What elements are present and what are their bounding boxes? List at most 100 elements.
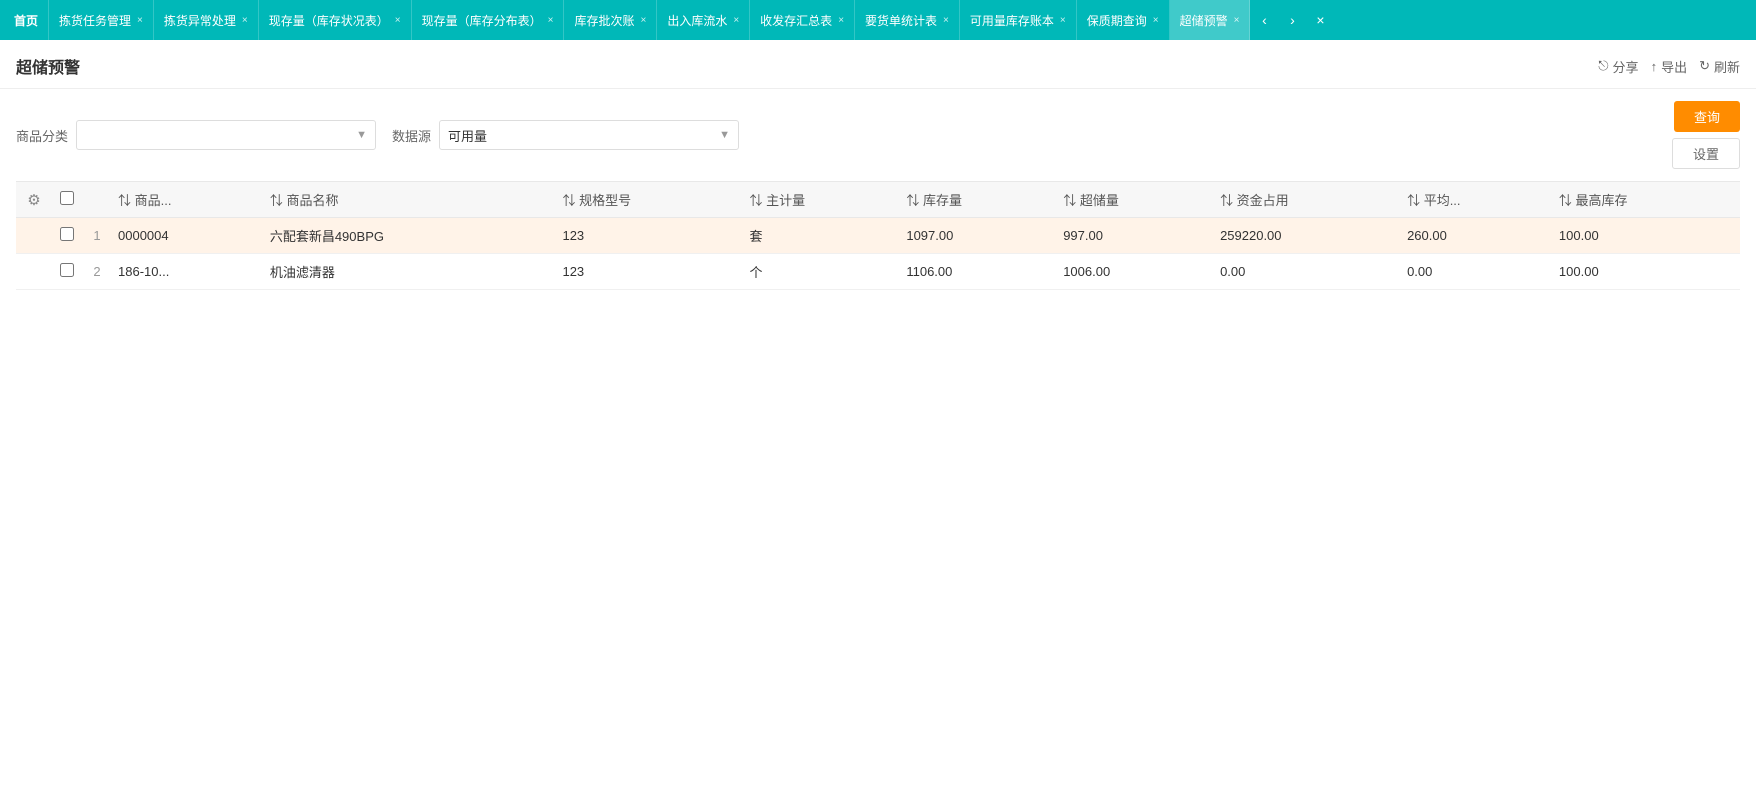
row-checkbox-cell — [52, 218, 82, 254]
row-avg: 0.00 — [1401, 254, 1553, 290]
query-button[interactable]: 查询 — [1674, 101, 1740, 132]
row-num-cell: 1 — [82, 218, 112, 254]
nav-available-label: 可用量库存账本 — [970, 12, 1054, 29]
page-title: 超储预警 — [16, 54, 80, 78]
row-avg: 260.00 — [1401, 218, 1553, 254]
table-body: 1 0000004 六配套新昌490BPG 123 套 1097.00 997.… — [16, 218, 1740, 290]
settings-gear-icon[interactable]: ⚙ — [27, 192, 40, 209]
nav-next-arrow[interactable]: › — [1278, 0, 1306, 40]
col-product-name-label: ⇅ 商品名称 — [270, 193, 339, 208]
row-spec: 123 — [556, 218, 743, 254]
export-button[interactable]: ↑ 导出 — [1651, 57, 1688, 76]
nav-tab-batch-close[interactable]: × — [640, 15, 646, 26]
nav-tab-quality[interactable]: 保质期查询 × — [1077, 0, 1170, 40]
nav-tab-inventory-status-close[interactable]: × — [395, 15, 401, 26]
nav-tab-inventory-dist[interactable]: 现存量（库存分布表） × — [412, 0, 565, 40]
col-spec[interactable]: ⇅ 规格型号 — [556, 182, 743, 218]
nav-prev-arrow[interactable]: ‹ — [1250, 0, 1278, 40]
nav-batch-label: 库存批次账 — [574, 12, 634, 29]
row-max-stock: 100.00 — [1553, 218, 1740, 254]
nav-tab-collect[interactable]: 收发存汇总表 × — [750, 0, 855, 40]
table-row: 1 0000004 六配套新昌490BPG 123 套 1097.00 997.… — [16, 218, 1740, 254]
col-product-code[interactable]: ⇅ 商品... — [112, 182, 264, 218]
nav-tab-batch[interactable]: 库存批次账 × — [564, 0, 657, 40]
nav-tab-order-stat-close[interactable]: × — [943, 15, 949, 26]
row-stock: 1106.00 — [900, 254, 1057, 290]
refresh-button[interactable]: ↻ 刷新 — [1699, 57, 1740, 76]
nav-tab-order-stat[interactable]: 要货单统计表 × — [855, 0, 960, 40]
row-product-name: 机油滤清器 — [264, 254, 557, 290]
table-header-row: ⚙ ⇅ 商品... ⇅ 商品名称 ⇅ 规格型号 — [16, 182, 1740, 218]
export-label: 导出 — [1661, 57, 1687, 76]
row-stock: 1097.00 — [900, 218, 1057, 254]
category-select[interactable]: ▼ — [76, 120, 376, 150]
page-content: 超储预警 ⎋ 分享 ↑ 导出 ↻ 刷新 商品分类 ▼ 数据源 — [0, 40, 1756, 800]
nav-tab-overstock-close[interactable]: × — [1234, 15, 1240, 26]
table-container: ⚙ ⇅ 商品... ⇅ 商品名称 ⇅ 规格型号 — [0, 181, 1756, 290]
nav-tab-available-close[interactable]: × — [1060, 15, 1066, 26]
table-row: 2 186-10... 机油滤清器 123 个 1106.00 1006.00 … — [16, 254, 1740, 290]
row-checkbox-0[interactable] — [60, 227, 74, 241]
col-gear: ⚙ — [16, 182, 52, 218]
share-icon: ⎋ — [1598, 58, 1608, 74]
settings-button[interactable]: 设置 — [1672, 138, 1740, 169]
page-header: 超储预警 ⎋ 分享 ↑ 导出 ↻ 刷新 — [0, 40, 1756, 89]
top-navigation: 首页 拣货任务管理 × 拣货异常处理 × 现存量（库存状况表） × 现存量（库存… — [0, 0, 1756, 40]
nav-task-label: 拣货任务管理 — [59, 12, 131, 29]
col-unit[interactable]: ⇅ 主计量 — [743, 182, 900, 218]
filter-bar: 商品分类 ▼ 数据源 可用量 ▼ 查询 设置 — [0, 89, 1756, 181]
nav-tab-collect-close[interactable]: × — [838, 15, 844, 26]
nav-tab-abnormal[interactable]: 拣货异常处理 × — [154, 0, 259, 40]
nav-tab-overstock[interactable]: 超储预警 × — [1170, 0, 1251, 40]
col-capital[interactable]: ⇅ 资金占用 — [1214, 182, 1401, 218]
nav-tab-task[interactable]: 拣货任务管理 × — [49, 0, 154, 40]
col-overstock-label: ⇅ 超储量 — [1063, 193, 1119, 208]
nav-tab-task-close[interactable]: × — [137, 15, 143, 26]
nav-tab-abnormal-close[interactable]: × — [242, 15, 248, 26]
filter-actions: 查询 设置 — [1672, 101, 1740, 169]
row-capital: 0.00 — [1214, 254, 1401, 290]
row-product-code: 0000004 — [112, 218, 264, 254]
col-product-code-label: ⇅ 商品... — [118, 193, 171, 208]
col-max-stock-label: ⇅ 最高库存 — [1559, 193, 1628, 208]
row-num-cell: 2 — [82, 254, 112, 290]
nav-tab-inout-close[interactable]: × — [733, 15, 739, 26]
datasource-filter: 数据源 可用量 ▼ — [392, 120, 739, 150]
nav-tab-home[interactable]: 首页 — [4, 0, 49, 40]
nav-collect-label: 收发存汇总表 — [760, 12, 832, 29]
category-label: 商品分类 — [16, 126, 68, 145]
nav-tab-inventory-status[interactable]: 现存量（库存状况表） × — [259, 0, 412, 40]
nav-inventory-status-label: 现存量（库存状况表） — [269, 12, 389, 29]
share-button[interactable]: ⎋ 分享 — [1598, 57, 1638, 76]
col-max-stock[interactable]: ⇅ 最高库存 — [1553, 182, 1740, 218]
nav-inout-label: 出入库流水 — [667, 12, 727, 29]
nav-inventory-dist-label: 现存量（库存分布表） — [422, 12, 542, 29]
col-product-name[interactable]: ⇅ 商品名称 — [264, 182, 557, 218]
nav-home-label: 首页 — [14, 12, 38, 29]
nav-tab-inout[interactable]: 出入库流水 × — [657, 0, 750, 40]
row-product-code: 186-10... — [112, 254, 264, 290]
nav-more-arrow[interactable]: × — [1306, 0, 1334, 40]
col-stock[interactable]: ⇅ 库存量 — [900, 182, 1057, 218]
col-capital-label: ⇅ 资金占用 — [1220, 193, 1289, 208]
col-unit-label: ⇅ 主计量 — [749, 193, 805, 208]
col-avg[interactable]: ⇅ 平均... — [1401, 182, 1553, 218]
nav-tab-available[interactable]: 可用量库存账本 × — [960, 0, 1077, 40]
refresh-icon: ↻ — [1699, 58, 1710, 74]
col-stock-label: ⇅ 库存量 — [906, 193, 962, 208]
export-icon: ↑ — [1651, 59, 1658, 74]
row-checkbox-1[interactable] — [60, 263, 74, 277]
col-overstock[interactable]: ⇅ 超储量 — [1057, 182, 1214, 218]
nav-overstock-label: 超储预警 — [1180, 12, 1228, 29]
nav-quality-label: 保质期查询 — [1087, 12, 1147, 29]
datasource-select[interactable]: 可用量 ▼ — [439, 120, 739, 150]
datasource-arrow-icon: ▼ — [719, 129, 730, 141]
select-all-checkbox[interactable] — [60, 191, 74, 205]
col-spec-label: ⇅ 规格型号 — [562, 193, 631, 208]
col-rownum — [82, 182, 112, 218]
datasource-value: 可用量 — [448, 126, 487, 145]
row-gear-cell — [16, 254, 52, 290]
header-actions: ⎋ 分享 ↑ 导出 ↻ 刷新 — [1598, 57, 1740, 76]
nav-tab-quality-close[interactable]: × — [1153, 15, 1159, 26]
nav-tab-inventory-dist-close[interactable]: × — [548, 15, 554, 26]
